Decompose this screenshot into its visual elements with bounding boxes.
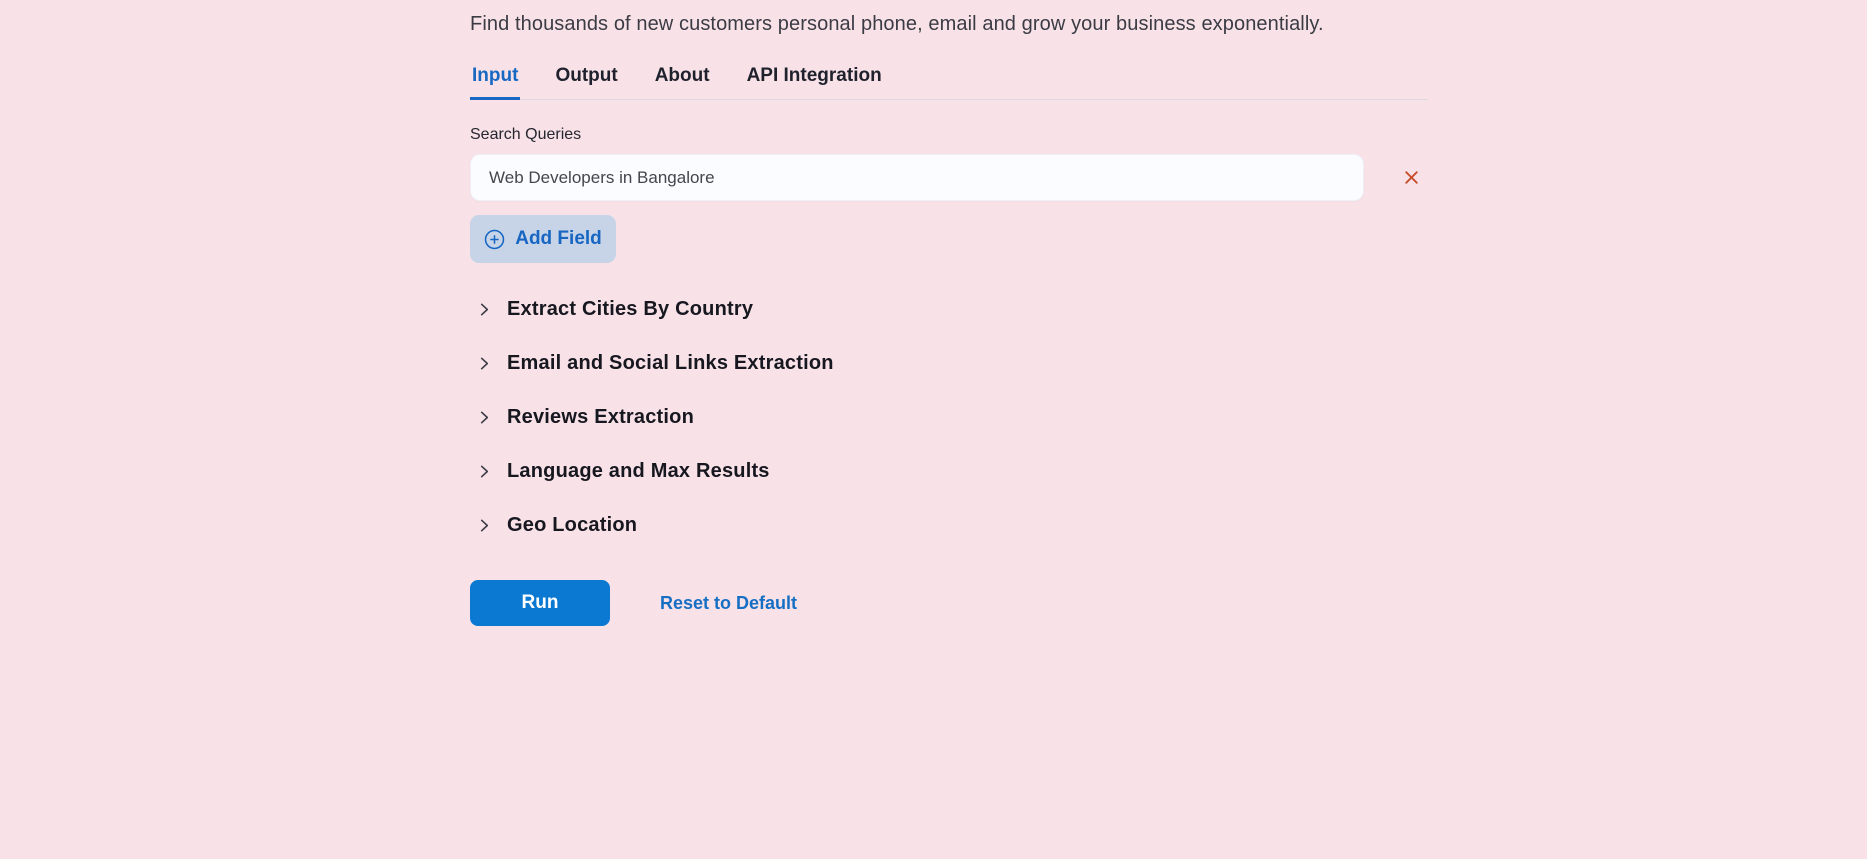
section-title: Geo Location [507,514,637,537]
plus-circle-icon [484,229,505,250]
remove-query-button[interactable] [1395,161,1428,194]
section-extract-cities-by-country[interactable]: Extract Cities By Country [470,282,1428,336]
chevron-right-icon [477,410,492,425]
add-field-label: Add Field [515,228,602,250]
section-reviews-extraction[interactable]: Reviews Extraction [470,390,1428,444]
tab-output[interactable]: Output [553,65,619,100]
collapsible-sections: Extract Cities By Country Email and Soci… [470,282,1428,552]
chevron-right-icon [477,464,492,479]
tab-bar: Input Output About API Integration [470,65,1428,100]
section-email-and-social-links[interactable]: Email and Social Links Extraction [470,336,1428,390]
query-row [470,154,1428,201]
tab-input[interactable]: Input [470,65,520,100]
main-content: Find thousands of new customers personal… [470,0,1428,626]
section-title: Email and Social Links Extraction [507,352,834,375]
tab-api-integration[interactable]: API Integration [745,65,884,100]
chevron-right-icon [477,356,492,371]
close-icon [1403,169,1420,186]
add-field-button[interactable]: Add Field [470,215,616,263]
section-geo-location[interactable]: Geo Location [470,498,1428,552]
section-language-and-max-results[interactable]: Language and Max Results [470,444,1428,498]
search-queries-label: Search Queries [470,126,1428,144]
search-query-input[interactable] [470,154,1364,201]
section-title: Extract Cities By Country [507,298,753,321]
run-button[interactable]: Run [470,580,610,626]
section-title: Reviews Extraction [507,406,694,429]
tab-about[interactable]: About [653,65,712,100]
section-title: Language and Max Results [507,460,770,483]
reset-to-default-link[interactable]: Reset to Default [660,593,797,614]
chevron-right-icon [477,302,492,317]
page-tagline: Find thousands of new customers personal… [470,11,1428,37]
actions-row: Run Reset to Default [470,580,1428,626]
chevron-right-icon [477,518,492,533]
